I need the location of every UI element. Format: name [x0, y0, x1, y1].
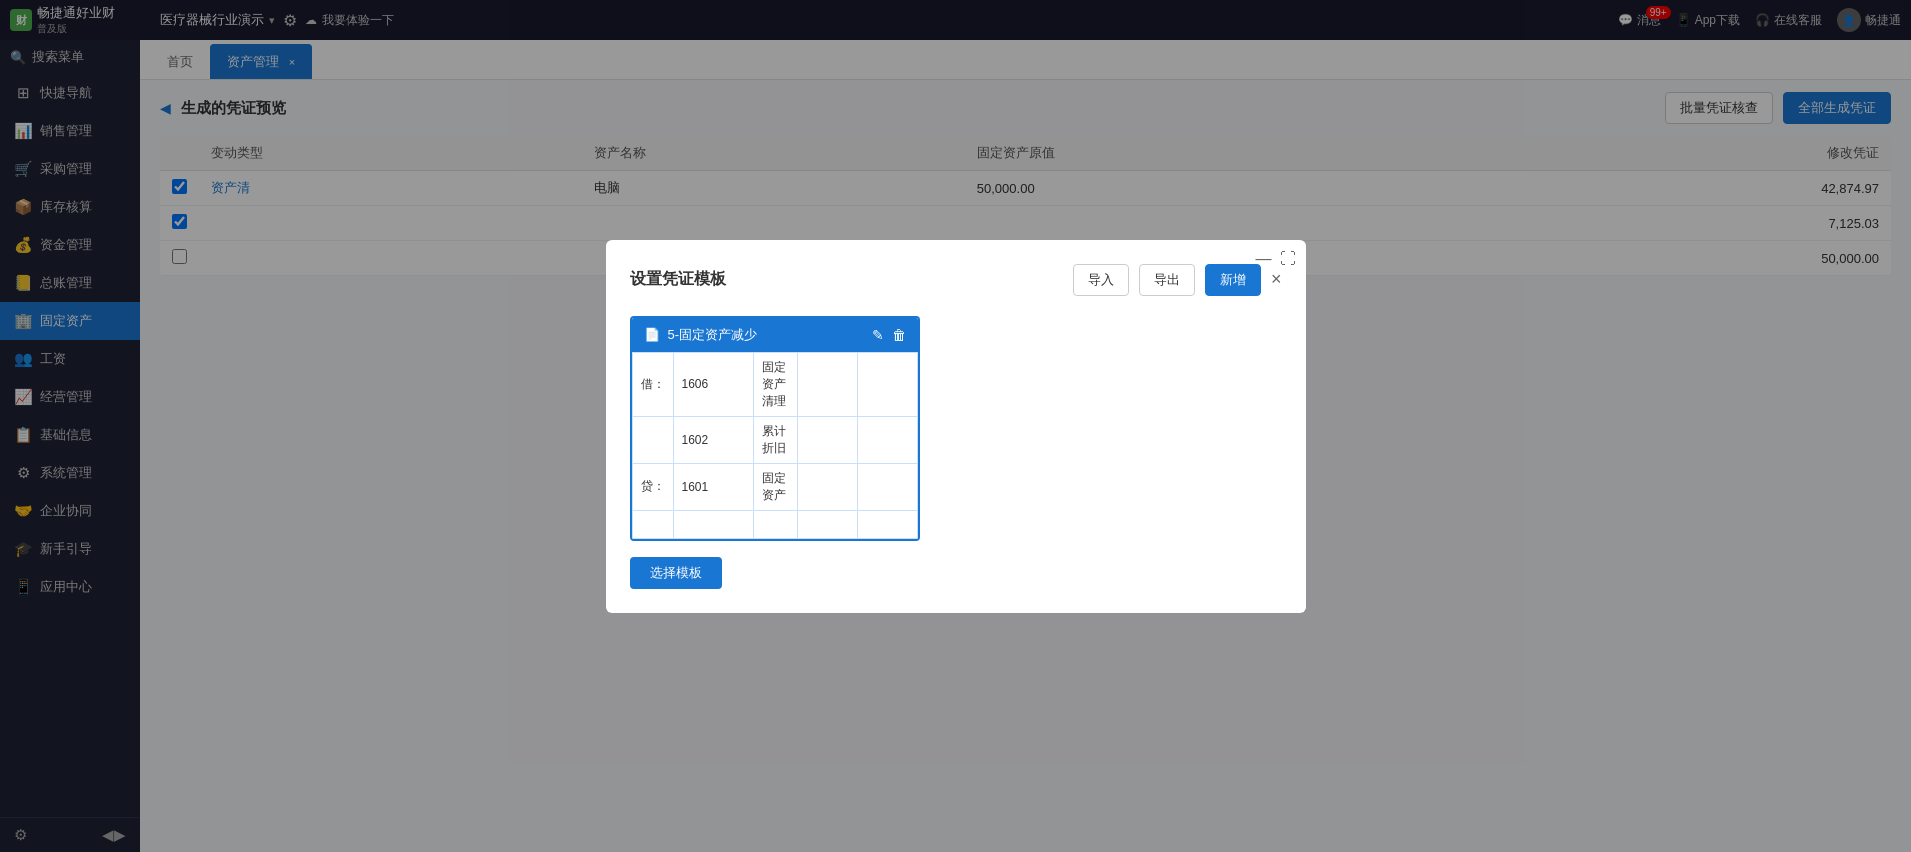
entry-debit-2: [797, 416, 857, 463]
template-entries-table: 借： 1606 固定资产清理 1602 累计折旧: [632, 352, 918, 539]
entry-credit-3: [857, 463, 917, 510]
template-card-header: 📄 5-固定资产减少 ✎ 🗑: [632, 318, 918, 352]
template-edit-icon[interactable]: ✎: [872, 327, 884, 343]
dialog: — ⛶ 设置凭证模板 导入 导出 新增 × 📄 5-固定资产减少 ✎: [606, 240, 1306, 613]
template-entry-row: 贷： 1601 固定资产: [632, 463, 917, 510]
dialog-header: 设置凭证模板 导入 导出 新增 ×: [630, 264, 1282, 296]
dialog-title: 设置凭证模板: [630, 269, 726, 290]
dialog-body: 📄 5-固定资产减少 ✎ 🗑 借： 1606 固定资产清理: [630, 316, 1282, 589]
template-card: 📄 5-固定资产减少 ✎ 🗑 借： 1606 固定资产清理: [630, 316, 920, 541]
import-btn[interactable]: 导入: [1073, 264, 1129, 296]
dialog-actions: 导入 导出 新增 ×: [1073, 264, 1282, 296]
template-entry-row: 借： 1606 固定资产清理: [632, 352, 917, 416]
entry-credit-2: [857, 416, 917, 463]
entry-credit-1: [857, 352, 917, 416]
dialog-close-btn[interactable]: ×: [1271, 264, 1282, 296]
entry-name-3: 固定资产: [753, 463, 797, 510]
entry-dc-2: [632, 416, 673, 463]
template-empty-row: [632, 510, 917, 538]
window-controls: — ⛶: [1256, 250, 1296, 268]
entry-code-2: 1602: [673, 416, 753, 463]
entry-debit-3: [797, 463, 857, 510]
entry-code-3: 1601: [673, 463, 753, 510]
new-template-btn[interactable]: 新增: [1205, 264, 1261, 296]
template-card-header-left: 📄 5-固定资产减少: [644, 326, 758, 344]
export-btn[interactable]: 导出: [1139, 264, 1195, 296]
template-delete-icon[interactable]: 🗑: [892, 327, 906, 343]
entry-dc-3: 贷：: [632, 463, 673, 510]
template-doc-icon: 📄: [644, 327, 660, 342]
dialog-overlay[interactable]: — ⛶ 设置凭证模板 导入 导出 新增 × 📄 5-固定资产减少 ✎: [0, 0, 1911, 852]
entry-code-1: 1606: [673, 352, 753, 416]
select-template-btn[interactable]: 选择模板: [630, 557, 722, 589]
template-card-actions: ✎ 🗑: [872, 327, 906, 343]
template-entry-row: 1602 累计折旧: [632, 416, 917, 463]
entry-name-1: 固定资产清理: [753, 352, 797, 416]
entry-dc-1: 借：: [632, 352, 673, 416]
entry-debit-1: [797, 352, 857, 416]
minimize-btn[interactable]: —: [1256, 250, 1272, 268]
maximize-btn[interactable]: ⛶: [1280, 250, 1296, 268]
entry-name-2: 累计折旧: [753, 416, 797, 463]
